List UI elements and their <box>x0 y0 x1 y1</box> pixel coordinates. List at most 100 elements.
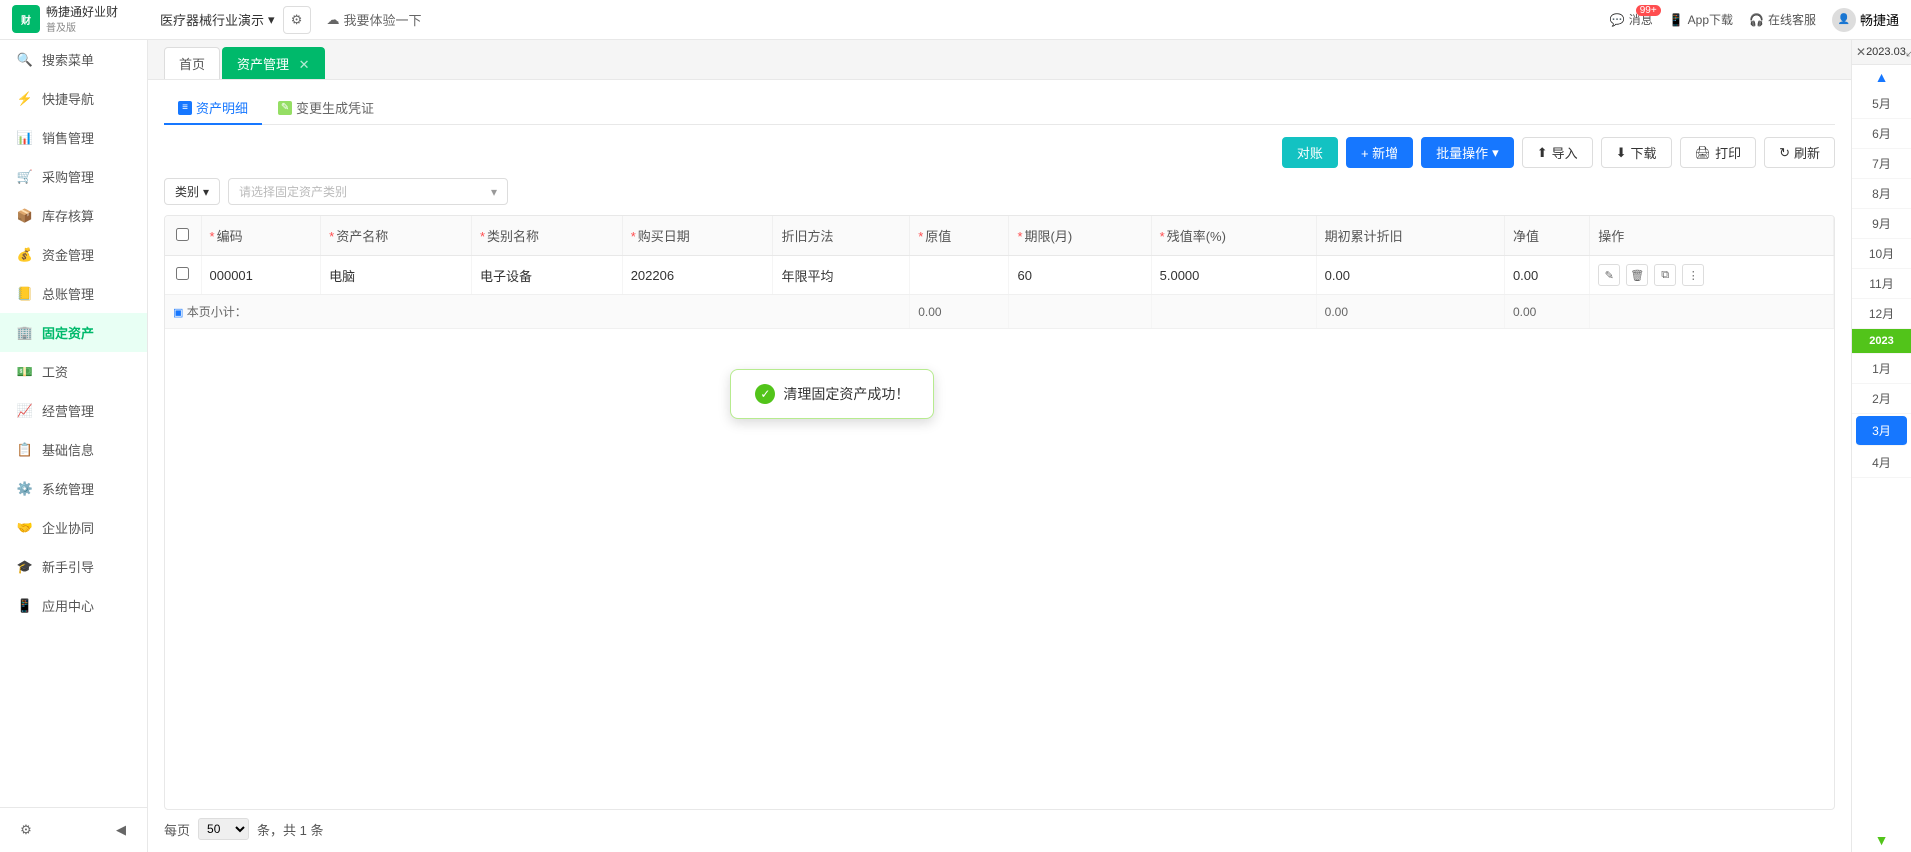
sidebar: 🔍 搜索菜单 ⚡ 快捷导航 📊 销售管理 🛒 采购管理 📦 库存核算 💰 <box>0 40 148 852</box>
calendar-month-9[interactable]: 9月 <box>1852 209 1911 239</box>
experience-button[interactable]: ☁ 我要体验一下 <box>327 10 422 29</box>
row-checkbox[interactable] <box>176 267 189 280</box>
page-size-select[interactable]: 50 100 200 <box>198 818 249 840</box>
guide-icon: 🎓 <box>16 558 34 576</box>
chevron-down-icon: ▾ <box>1492 145 1499 161</box>
sidebar-item-finance[interactable]: 💰 资金管理 <box>0 235 147 274</box>
calendar-month-10[interactable]: 10月 <box>1852 239 1911 269</box>
tab-asset-mgmt[interactable]: 资产管理 ✕ <box>222 47 325 79</box>
sidebar-item-purchase[interactable]: 🛒 采购管理 <box>0 157 147 196</box>
download-button[interactable]: ⬇ 下载 <box>1601 137 1672 168</box>
table-wrapper: *编码 *资产名称 *类别名称 *购买日期 折旧方法 *原值 *期限(月) *残… <box>164 215 1835 810</box>
subtotal-empty1 <box>1009 295 1151 329</box>
chevron-down-icon: ▾ <box>203 185 209 199</box>
calendar-month-1[interactable]: 1月 <box>1852 354 1911 384</box>
sidebar-item-label: 工资 <box>42 362 68 381</box>
sidebar-item-operations[interactable]: 📈 经营管理 <box>0 391 147 430</box>
message-icon: 💬 <box>1610 13 1625 27</box>
filter-row: 类别 ▾ 请选择固定资产类别 ▾ <box>164 178 1835 205</box>
calendar-expand-button[interactable]: ⤢ <box>1906 44 1911 60</box>
edit-button[interactable]: ✎ <box>1598 264 1620 286</box>
batch-ops-button[interactable]: 批量操作 ▾ <box>1421 137 1514 168</box>
page-content: ≡ 资产明细 ✎ 变更生成凭证 对账 + 新增 批量操作 ▾ <box>148 80 1851 852</box>
info-icon: 📋 <box>16 441 34 459</box>
gear-button[interactable]: ⚙ <box>283 6 311 34</box>
message-button[interactable]: 💬 消息 99+ <box>1610 11 1653 28</box>
table-container: *编码 *资产名称 *类别名称 *购买日期 折旧方法 *原值 *期限(月) *残… <box>164 215 1835 810</box>
cell-accumulated-depreciation: 0.00 <box>1316 256 1504 295</box>
company-selector[interactable]: 医疗器械行业演示 ▾ <box>160 10 275 29</box>
service-icon: 🎧 <box>1749 13 1764 27</box>
row-checkbox-cell <box>165 256 201 295</box>
money-icon: 💰 <box>16 246 34 264</box>
calendar-down-button[interactable]: ▼ <box>1852 828 1911 852</box>
sidebar-item-app-center[interactable]: 📱 应用中心 <box>0 586 147 625</box>
calendar-close-button[interactable]: ✕ <box>1856 44 1866 60</box>
sidebar-item-label: 应用中心 <box>42 596 94 615</box>
tab-home[interactable]: 首页 <box>164 47 220 79</box>
assets-table: *编码 *资产名称 *类别名称 *购买日期 折旧方法 *原值 *期限(月) *残… <box>165 216 1834 329</box>
user-name: 畅捷通 <box>1860 10 1899 29</box>
online-service-button[interactable]: 🎧 在线客服 <box>1749 11 1816 28</box>
sidebar-item-fixed-assets[interactable]: 🏢 固定资产 <box>0 313 147 352</box>
copy-button[interactable]: ⧉ <box>1654 264 1676 286</box>
cell-actions: ✎ 🗑 ⧉ ⋮ <box>1590 256 1834 295</box>
sidebar-item-new-guide[interactable]: 🎓 新手引导 <box>0 547 147 586</box>
sidebar-item-sales[interactable]: 📊 销售管理 <box>0 118 147 157</box>
operations-icon: 📈 <box>16 402 34 420</box>
sidebar-item-search[interactable]: 🔍 搜索菜单 <box>0 40 147 79</box>
sidebar-item-label: 系统管理 <box>42 479 94 498</box>
new-button[interactable]: + 新增 <box>1346 137 1413 168</box>
col-residual-rate: *残值率(%) <box>1151 216 1316 256</box>
refresh-icon: ↻ <box>1779 145 1790 161</box>
refresh-button[interactable]: ↻ 刷新 <box>1764 137 1835 168</box>
app-download-button[interactable]: 📱 App下载 <box>1669 11 1733 28</box>
calendar-month-5[interactable]: 5月 <box>1852 89 1911 119</box>
calendar-month-6[interactable]: 6月 <box>1852 119 1911 149</box>
cell-period: 60 <box>1009 256 1151 295</box>
calendar-month-3-current[interactable]: 3月 <box>1856 416 1907 446</box>
print-button[interactable]: 🖨 打印 <box>1680 137 1757 168</box>
enterprise-icon: 🤝 <box>16 519 34 537</box>
cell-category: 电子设备 <box>471 256 622 295</box>
calendar-month-11[interactable]: 11月 <box>1852 269 1911 299</box>
subtotal-original-value: 0.00 <box>910 295 1009 329</box>
sidebar-item-basic-info[interactable]: 📋 基础信息 <box>0 430 147 469</box>
sidebar-item-ledger[interactable]: 📒 总账管理 <box>0 274 147 313</box>
logo-area: 财 畅捷通好业财 普及版 <box>12 5 160 34</box>
sidebar-item-payroll[interactable]: 💵 工资 <box>0 352 147 391</box>
more-button[interactable]: ⋮ <box>1682 264 1704 286</box>
collapse-button[interactable]: ◀ <box>107 816 135 844</box>
tab-close-icon[interactable]: ✕ <box>299 57 310 72</box>
sidebar-item-label: 固定资产 <box>42 323 94 342</box>
calendar-up-button[interactable]: ▲ <box>1852 65 1911 89</box>
sidebar-item-quick-nav[interactable]: ⚡ 快捷导航 <box>0 79 147 118</box>
category-select[interactable]: 类别 ▾ <box>164 178 220 205</box>
user-info[interactable]: 👤 畅捷通 <box>1832 8 1899 32</box>
export-button[interactable]: ⬆ 导入 <box>1522 137 1593 168</box>
calendar-month-7[interactable]: 7月 <box>1852 149 1911 179</box>
delete-button[interactable]: 🗑 <box>1626 264 1648 286</box>
sidebar-item-system[interactable]: ⚙️ 系统管理 <box>0 469 147 508</box>
col-code: *编码 <box>201 216 321 256</box>
list-icon: ≡ <box>178 101 192 115</box>
building-icon: 🏢 <box>16 324 34 342</box>
calendar-month-4[interactable]: 4月 <box>1852 448 1911 478</box>
calendar-month-12[interactable]: 12月 <box>1852 299 1911 329</box>
settings-button[interactable]: ⚙ <box>12 816 40 844</box>
calendar-month-8[interactable]: 8月 <box>1852 179 1911 209</box>
calendar-panel: ✕ 2023.03 ⤢ ▲ 5月 6月 7月 8月 9月 10月 11月 12月… <box>1851 40 1911 852</box>
category-input[interactable]: 请选择固定资产类别 ▾ <box>228 178 508 205</box>
calendar-month-2[interactable]: 2月 <box>1852 384 1911 414</box>
top-bar-right: 💬 消息 99+ 📱 App下载 🎧 在线客服 👤 畅捷通 <box>1610 8 1899 32</box>
select-all-checkbox[interactable] <box>176 228 189 241</box>
sidebar-item-enterprise[interactable]: 🤝 企业协同 <box>0 508 147 547</box>
sidebar-item-inventory[interactable]: 📦 库存核算 <box>0 196 147 235</box>
reconcile-button[interactable]: 对账 <box>1282 137 1338 168</box>
download-icon: ⬇ <box>1616 145 1627 161</box>
sub-tab-asset-detail[interactable]: ≡ 资产明细 <box>164 92 262 125</box>
sub-tabs: ≡ 资产明细 ✎ 变更生成凭证 <box>164 92 1835 125</box>
toast-message: 清理固定资产成功！ <box>783 384 909 404</box>
box-icon: 📦 <box>16 207 34 225</box>
sub-tab-change-voucher[interactable]: ✎ 变更生成凭证 <box>264 92 388 125</box>
